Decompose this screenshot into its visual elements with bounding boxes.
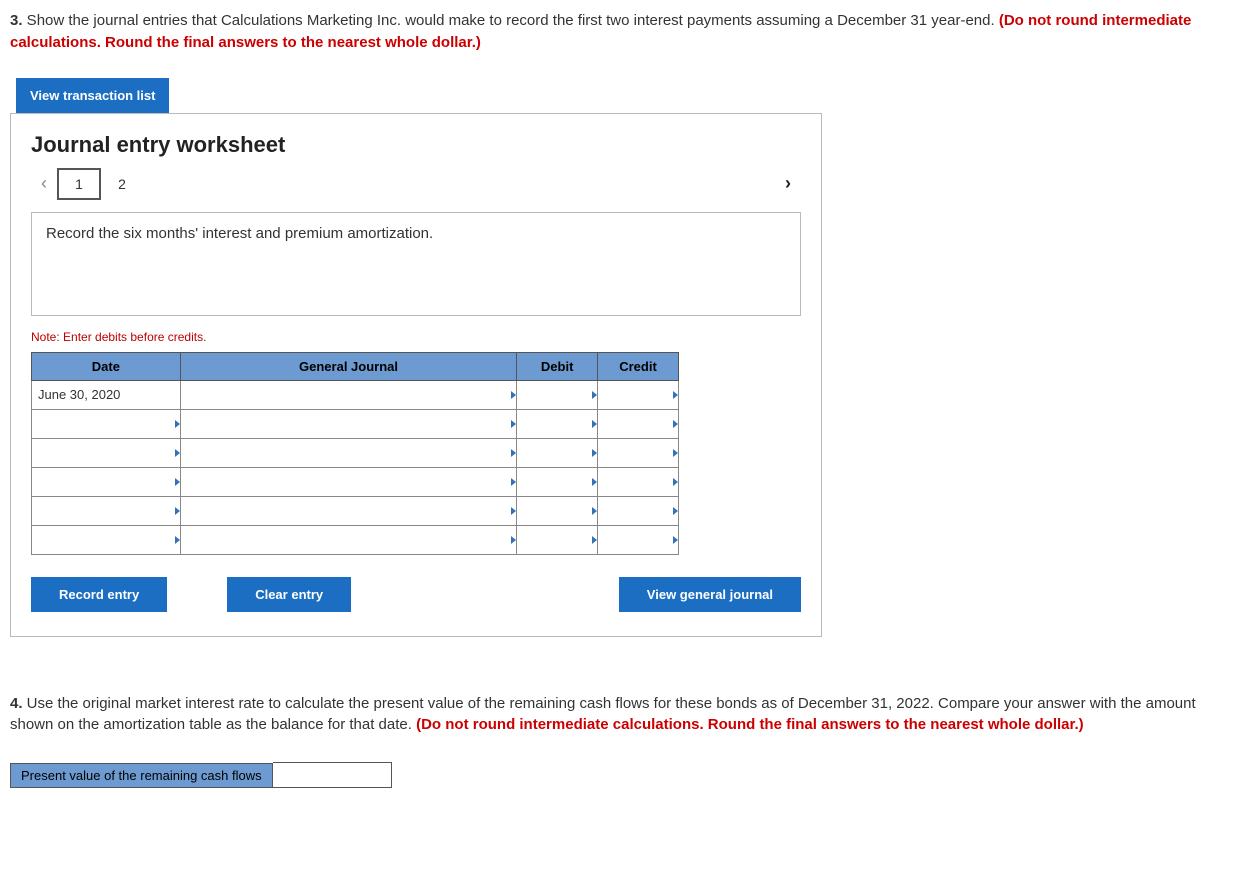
cell-credit[interactable] <box>598 467 679 496</box>
cell-credit[interactable] <box>598 525 679 554</box>
cell-credit[interactable] <box>598 380 679 409</box>
cell-general-journal[interactable] <box>180 525 517 554</box>
cell-general-journal[interactable] <box>180 438 517 467</box>
header-date: Date <box>32 352 181 380</box>
cell-debit[interactable] <box>517 409 598 438</box>
view-transaction-list-button[interactable]: View transaction list <box>16 78 169 113</box>
table-row <box>32 525 679 554</box>
table-row <box>32 467 679 496</box>
question-4-text: 4. Use the original market interest rate… <box>10 693 1233 737</box>
debit-credit-note: Note: Enter debits before credits. <box>31 330 801 344</box>
journal-worksheet-panel: Journal entry worksheet ‹ 1 2 › Record t… <box>10 113 822 637</box>
journal-entry-table: Date General Journal Debit Credit June 3… <box>31 352 679 555</box>
q4-red-instruction: (Do not round intermediate calculations.… <box>416 716 1084 733</box>
q3-number: 3. <box>10 12 23 29</box>
cell-general-journal[interactable] <box>180 496 517 525</box>
chevron-right-icon[interactable]: › <box>775 169 801 198</box>
cell-credit[interactable] <box>598 409 679 438</box>
chevron-left-icon[interactable]: ‹ <box>31 169 57 198</box>
worksheet-pager: ‹ 1 2 › <box>31 168 801 200</box>
cell-debit[interactable] <box>517 525 598 554</box>
present-value-input[interactable] <box>273 762 392 788</box>
cell-date[interactable]: June 30, 2020 <box>32 380 181 409</box>
table-row: June 30, 2020 <box>32 380 679 409</box>
page-number-1[interactable]: 1 <box>57 168 101 200</box>
header-credit: Credit <box>598 352 679 380</box>
cell-general-journal[interactable] <box>180 467 517 496</box>
q3-body: Show the journal entries that Calculatio… <box>23 12 999 29</box>
worksheet-title: Journal entry worksheet <box>31 132 801 158</box>
cell-debit[interactable] <box>517 438 598 467</box>
table-row <box>32 409 679 438</box>
page-number-2[interactable]: 2 <box>101 169 143 199</box>
view-general-journal-button[interactable]: View general journal <box>619 577 801 612</box>
cell-date[interactable] <box>32 525 181 554</box>
cell-debit[interactable] <box>517 380 598 409</box>
question-3-text: 3. Show the journal entries that Calcula… <box>10 10 1233 54</box>
cell-general-journal[interactable] <box>180 409 517 438</box>
cell-debit[interactable] <box>517 467 598 496</box>
record-entry-button[interactable]: Record entry <box>31 577 167 612</box>
cell-date[interactable] <box>32 409 181 438</box>
cell-general-journal[interactable] <box>180 380 517 409</box>
cell-credit[interactable] <box>598 438 679 467</box>
header-debit: Debit <box>517 352 598 380</box>
header-general-journal: General Journal <box>180 352 517 380</box>
cell-credit[interactable] <box>598 496 679 525</box>
cell-date[interactable] <box>32 467 181 496</box>
cell-debit[interactable] <box>517 496 598 525</box>
table-row <box>32 496 679 525</box>
present-value-label: Present value of the remaining cash flow… <box>10 763 273 788</box>
entry-description: Record the six months' interest and prem… <box>31 212 801 316</box>
clear-entry-button[interactable]: Clear entry <box>227 577 351 612</box>
present-value-row: Present value of the remaining cash flow… <box>10 762 1233 788</box>
cell-date[interactable] <box>32 438 181 467</box>
worksheet-buttons: Record entry Clear entry View general jo… <box>31 577 801 612</box>
table-row <box>32 438 679 467</box>
cell-date[interactable] <box>32 496 181 525</box>
q4-number: 4. <box>10 695 23 712</box>
